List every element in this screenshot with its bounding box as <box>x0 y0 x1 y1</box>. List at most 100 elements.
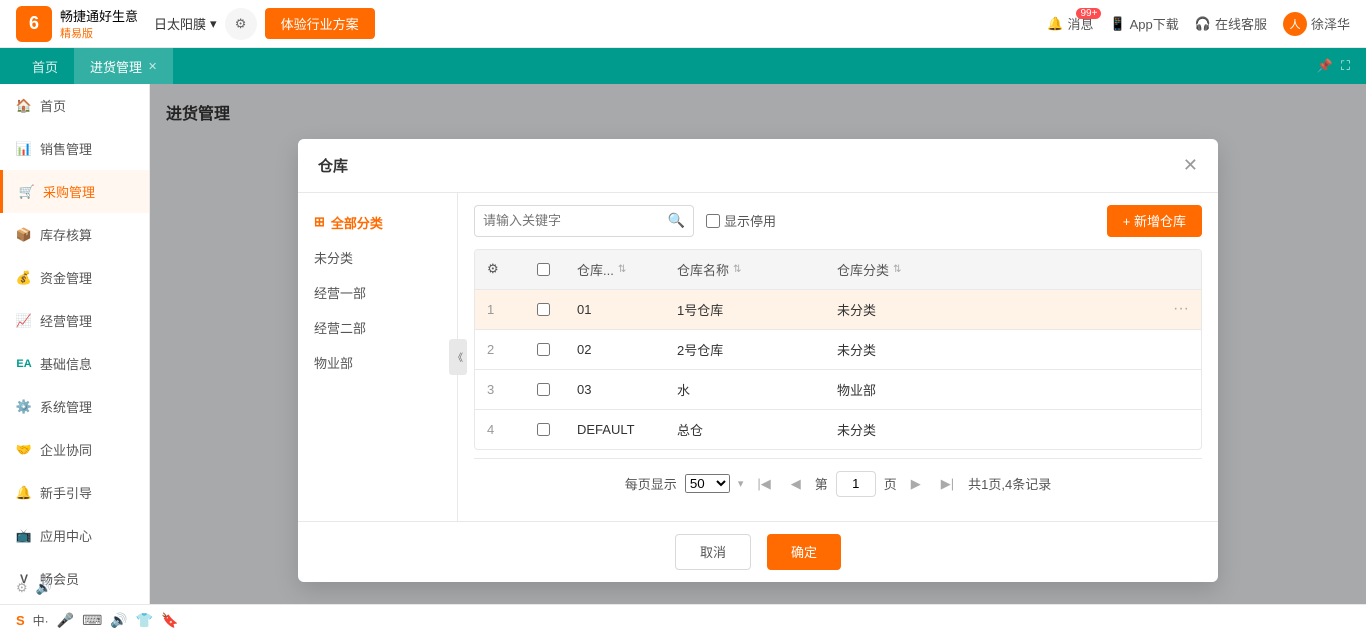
app-download-btn[interactable]: 📱 App下载 <box>1109 14 1178 33</box>
cat-item-business2[interactable]: 经营二部 <box>298 310 457 345</box>
main-layout: 🏠 首页 📊 销售管理 🛒 采购管理 📦 库存核算 💰 资金管理 📈 经营管理 … <box>0 84 1366 636</box>
row-checkbox-4[interactable] <box>537 423 550 436</box>
guide-icon: 🔔 <box>16 485 32 501</box>
sidebar-item-finance[interactable]: 💰 资金管理 <box>0 256 149 299</box>
per-page-label: 每页显示 <box>625 474 677 493</box>
col-category-sort-icon[interactable]: ⇅ <box>893 264 901 275</box>
prev-page-btn[interactable]: ◀ <box>785 474 807 494</box>
sidebar-label-apps: 应用中心 <box>40 526 92 545</box>
chinese-text: 中· <box>33 612 49 629</box>
cell-code-1: 01 <box>565 290 665 329</box>
tshirt-icon[interactable]: 👕 <box>136 612 153 629</box>
settings-icon[interactable]: ⚙ <box>225 8 257 40</box>
cat-item-unclassified[interactable]: 未分类 <box>298 240 457 275</box>
dialog-header: 仓库 ✕ <box>298 139 1218 193</box>
per-page-select[interactable]: 50 10 20 100 <box>685 474 730 493</box>
sidebar-item-sales[interactable]: 📊 销售管理 <box>0 127 149 170</box>
cell-code-4: DEFAULT <box>565 410 665 449</box>
sidebar-item-system[interactable]: ⚙️ 系统管理 <box>0 385 149 428</box>
last-page-btn[interactable]: ▶| <box>935 474 960 494</box>
sidebar-item-home[interactable]: 🏠 首页 <box>0 84 149 127</box>
sidebar-label-inventory: 库存核算 <box>40 225 92 244</box>
search-input[interactable] <box>483 213 668 228</box>
store-selector[interactable]: 日太阳膜 ▾ <box>154 14 217 33</box>
speaker-icon[interactable]: 🔊 <box>110 612 127 629</box>
col-name-sort-icon[interactable]: ⇅ <box>733 264 741 275</box>
show-disabled-label[interactable]: 显示停用 <box>706 211 776 230</box>
notifications-btn[interactable]: 🔔 消息 99+ <box>1047 14 1093 33</box>
add-warehouse-btn[interactable]: + 新增仓库 <box>1107 205 1202 237</box>
cat-item-property[interactable]: 物业部 <box>298 345 457 380</box>
cell-cb-1 <box>525 290 565 329</box>
row-more-icon-1[interactable]: ··· <box>1173 300 1189 318</box>
data-panel: 🔍 显示停用 + 新增仓库 ⚙ <box>458 193 1218 521</box>
expand-icon[interactable]: ⛶ <box>1341 58 1350 74</box>
bookmark-icon[interactable]: 🔖 <box>161 612 178 629</box>
dialog-overlay: 仓库 ✕ ⊞ 全部分类 未分类 经营一部 经营二部 物业部 <box>150 84 1366 636</box>
user-name: 徐泽华 <box>1311 14 1350 33</box>
tab-purchase[interactable]: 进货管理 ✕ <box>74 48 173 84</box>
store-name: 日太阳膜 <box>154 14 206 33</box>
page-label: 第 <box>815 474 828 493</box>
tab-close-icon[interactable]: ✕ <box>148 60 157 73</box>
row-checkbox-3[interactable] <box>537 383 550 396</box>
bottom-bar: S 中· 🎤 ⌨ 🔊 👕 🔖 <box>0 604 1366 636</box>
sidebar-settings-icon[interactable]: ⚙ <box>16 580 28 596</box>
trial-btn[interactable]: 体验行业方案 <box>265 8 375 39</box>
sidebar-item-collab[interactable]: 🤝 企业协同 <box>0 428 149 471</box>
sidebar-item-purchase[interactable]: 🛒 采购管理 <box>0 170 149 213</box>
cell-name-2: 2号仓库 <box>665 330 825 369</box>
cell-name-4: 总仓 <box>665 410 825 449</box>
col-name-label: 仓库名称 <box>677 260 729 279</box>
cancel-button[interactable]: 取消 <box>675 534 751 570</box>
basic-info-icon: EA <box>16 356 32 372</box>
row-checkbox-1[interactable] <box>537 303 550 316</box>
header: 6 畅捷通好生意 精易版 日太阳膜 ▾ ⚙ 体验行业方案 🔔 消息 99+ 📱 … <box>0 0 1366 48</box>
select-all-checkbox[interactable] <box>537 263 550 276</box>
page-input[interactable] <box>836 471 876 497</box>
sidebar-item-apps[interactable]: 📺 应用中心 <box>0 514 149 557</box>
show-disabled-checkbox[interactable] <box>706 214 720 228</box>
cat-item-business1[interactable]: 经营一部 <box>298 275 457 310</box>
col-code-label: 仓库... <box>577 260 614 279</box>
collab-icon: 🤝 <box>16 442 32 458</box>
cell-cb-4 <box>525 410 565 449</box>
tab-home-label: 首页 <box>32 57 58 76</box>
logo-text: 畅捷通好生意 精易版 <box>60 6 138 41</box>
sidebar-label-guide: 新手引导 <box>40 483 92 502</box>
sidebar-item-business[interactable]: 📈 经营管理 <box>0 299 149 342</box>
page-select-icon: ▾ <box>738 477 744 490</box>
home-icon: 🏠 <box>16 98 32 114</box>
mic-icon[interactable]: 🎤 <box>57 612 74 629</box>
search-icon: 🔍 <box>668 212 685 229</box>
dialog-close-icon[interactable]: ✕ <box>1183 155 1198 176</box>
sidebar-item-basic-info[interactable]: EA 基础信息 <box>0 342 149 385</box>
cell-name-1: 1号仓库 <box>665 290 825 329</box>
col-code-sort-icon[interactable]: ⇅ <box>618 264 626 275</box>
category-all-header[interactable]: ⊞ 全部分类 <box>298 205 457 240</box>
category-collapse-btn[interactable]: 《 <box>449 339 467 375</box>
phone-icon: 📱 <box>1109 16 1125 32</box>
sidebar-item-guide[interactable]: 🔔 新手引导 <box>0 471 149 514</box>
keyboard-icon[interactable]: ⌨ <box>82 612 102 629</box>
sidebar-item-inventory[interactable]: 📦 库存核算 <box>0 213 149 256</box>
row-checkbox-2[interactable] <box>537 343 550 356</box>
next-page-btn[interactable]: ▶ <box>905 474 927 494</box>
cell-num-2: 2 <box>475 330 525 369</box>
app-download-label: App下载 <box>1130 14 1179 33</box>
pin-icon[interactable]: 📌 <box>1317 58 1333 74</box>
logo-title: 畅捷通好生意 <box>60 6 138 25</box>
col-extra <box>985 250 1201 289</box>
inventory-icon: 📦 <box>16 227 32 243</box>
sidebar-label-collab: 企业协同 <box>40 440 92 459</box>
tab-home[interactable]: 首页 <box>16 48 74 84</box>
col-name: 仓库名称 ⇅ <box>665 250 825 289</box>
sidebar-audio-icon[interactable]: 🔊 <box>36 580 52 596</box>
grid-icon: ⊞ <box>314 214 325 230</box>
sidebar-label-sales: 销售管理 <box>40 139 92 158</box>
online-service-btn[interactable]: 🎧 在线客服 <box>1195 14 1267 33</box>
bell-icon: 🔔 <box>1047 16 1063 32</box>
first-page-btn[interactable]: |◀ <box>751 474 776 494</box>
user-menu[interactable]: 人 徐泽华 <box>1283 12 1350 36</box>
confirm-button[interactable]: 确定 <box>767 534 841 570</box>
